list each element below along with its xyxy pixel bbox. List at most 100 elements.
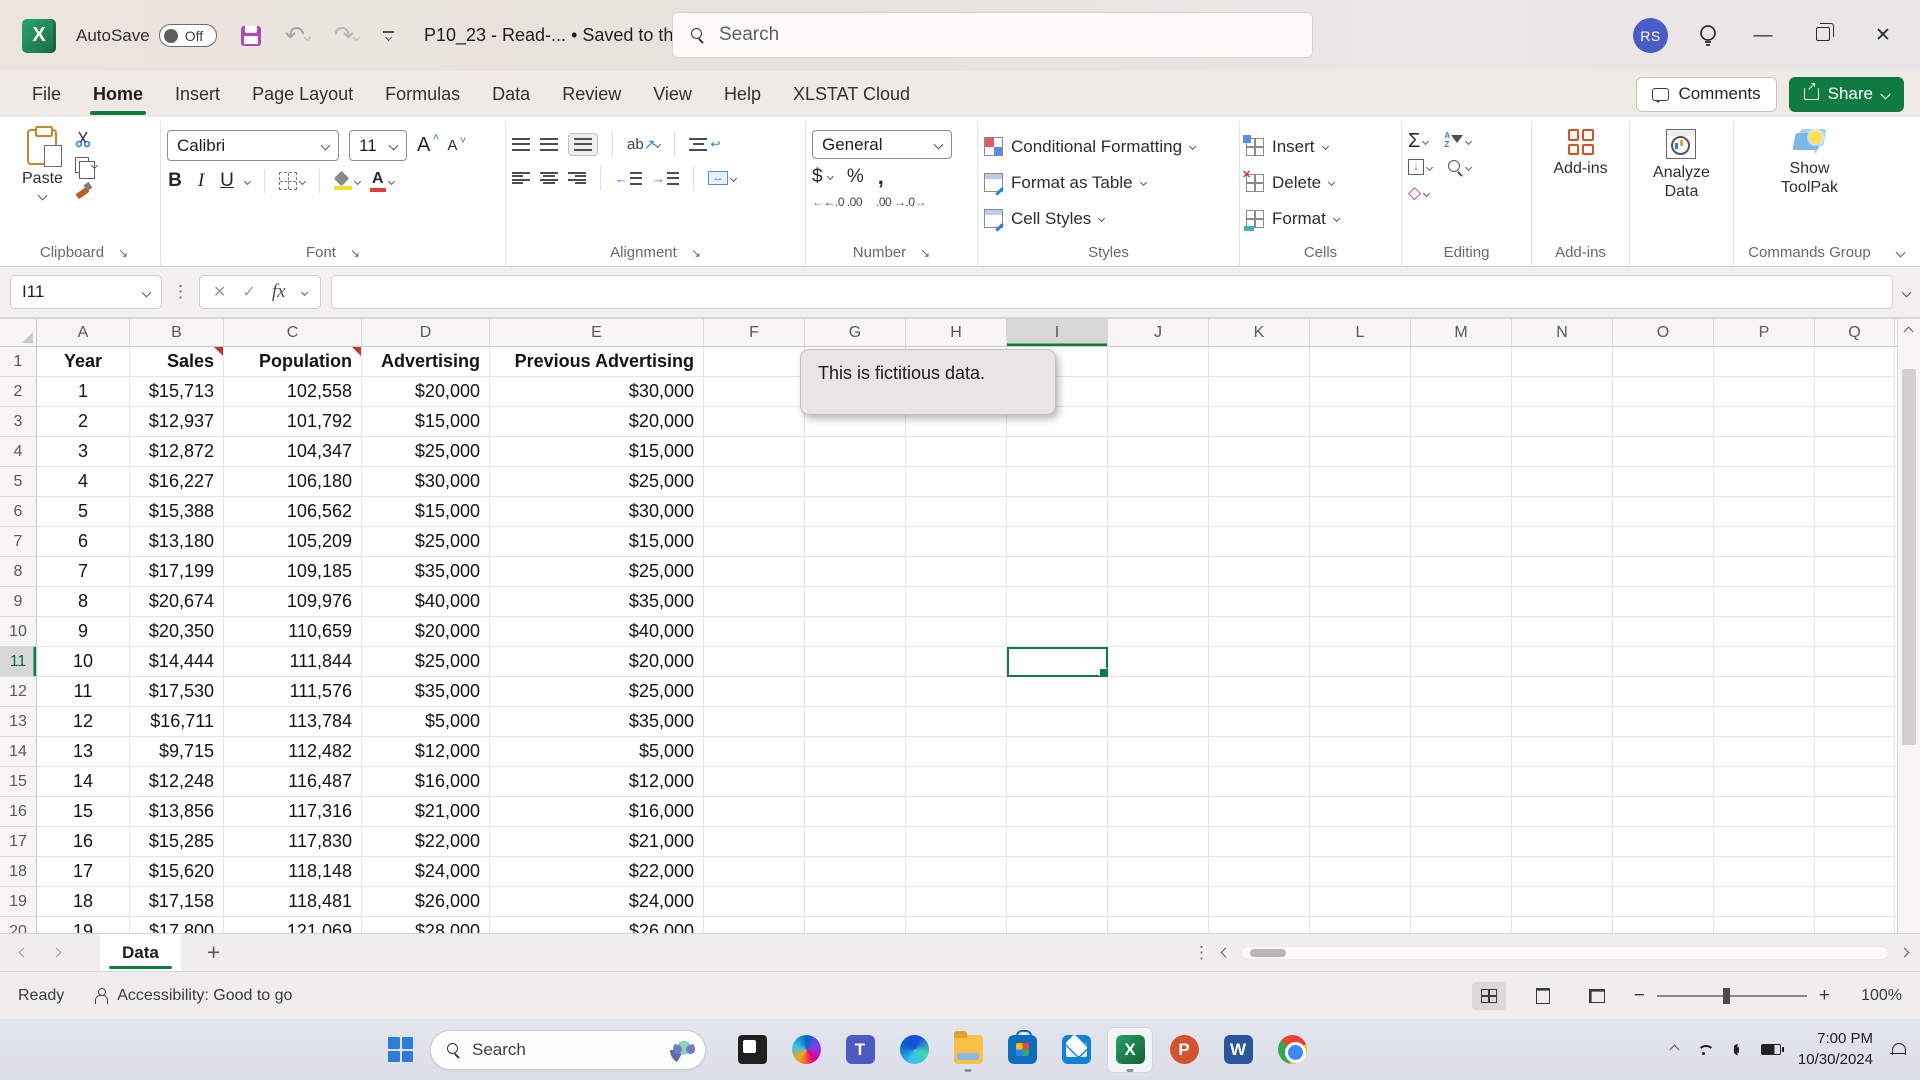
page-layout-view-button[interactable] [1526, 982, 1560, 1010]
cell-J1[interactable] [1108, 347, 1209, 377]
scroll-right-icon[interactable] [1899, 947, 1910, 958]
cell-N15[interactable] [1512, 767, 1613, 797]
clock[interactable]: 7:00 PM 10/30/2024 [1798, 1029, 1873, 1070]
cell-D4[interactable]: $25,000 [362, 437, 490, 467]
cell-E2[interactable]: $30,000 [490, 377, 704, 407]
cell-L8[interactable] [1310, 557, 1411, 587]
cell-N2[interactable] [1512, 377, 1613, 407]
cell-Q12[interactable] [1815, 677, 1895, 707]
cell-K15[interactable] [1209, 767, 1310, 797]
cell-N6[interactable] [1512, 497, 1613, 527]
select-all-corner[interactable] [0, 319, 37, 346]
column-header-M[interactable]: M [1411, 319, 1512, 346]
search-box[interactable]: Search [672, 12, 1313, 58]
accessibility-status[interactable]: Accessibility: Good to go [94, 987, 292, 1005]
sheet-tab-data[interactable]: Data [100, 934, 181, 971]
cell-B6[interactable]: $15,388 [130, 497, 224, 527]
cell-B15[interactable]: $12,248 [130, 767, 224, 797]
cell-Q14[interactable] [1815, 737, 1895, 767]
tab-home[interactable]: Home [77, 75, 159, 115]
cell-B1[interactable]: Sales [130, 347, 224, 377]
cell-J12[interactable] [1108, 677, 1209, 707]
cell-O4[interactable] [1613, 437, 1714, 467]
horizontal-scroll-thumb[interactable] [1250, 948, 1286, 957]
cell-J9[interactable] [1108, 587, 1209, 617]
comma-style-button[interactable]: , [878, 166, 884, 188]
cell-J15[interactable] [1108, 767, 1209, 797]
cell-J13[interactable] [1108, 707, 1209, 737]
taskbar-app-copilot[interactable] [783, 1027, 829, 1073]
cell-M15[interactable] [1411, 767, 1512, 797]
cell-A6[interactable]: 5 [37, 497, 130, 527]
cell-Q6[interactable] [1815, 497, 1895, 527]
increase-decimal-button[interactable]: ←←.0 .00 [812, 195, 863, 209]
wrap-text-button[interactable]: ↩ [689, 137, 720, 151]
column-header-K[interactable]: K [1209, 319, 1310, 346]
cell-C2[interactable]: 102,558 [224, 377, 362, 407]
tab-file[interactable]: File [16, 75, 77, 114]
cell-D16[interactable]: $21,000 [362, 797, 490, 827]
cell-P5[interactable] [1714, 467, 1815, 497]
column-header-L[interactable]: L [1310, 319, 1411, 346]
cell-F11[interactable] [704, 647, 805, 677]
cell-F20[interactable] [704, 917, 805, 933]
cell-H9[interactable] [906, 587, 1007, 617]
cell-K14[interactable] [1209, 737, 1310, 767]
cell-N5[interactable] [1512, 467, 1613, 497]
cell-Q13[interactable] [1815, 707, 1895, 737]
cell-Q11[interactable] [1815, 647, 1895, 677]
autosave-control[interactable]: AutoSave Off [76, 24, 217, 47]
cell-B14[interactable]: $9,715 [130, 737, 224, 767]
excel-app-icon[interactable]: X [22, 18, 56, 53]
cell-N7[interactable] [1512, 527, 1613, 557]
sort-filter-button[interactable]: AZ [1444, 131, 1473, 150]
cell-P17[interactable] [1714, 827, 1815, 857]
cell-D7[interactable]: $25,000 [362, 527, 490, 557]
row-header-4[interactable]: 4 [0, 437, 37, 467]
cell-N9[interactable] [1512, 587, 1613, 617]
cell-B10[interactable]: $20,350 [130, 617, 224, 647]
cell-styles-button[interactable]: Cell Styles [984, 203, 1195, 234]
paste-button[interactable]: Paste [14, 123, 71, 205]
find-select-button[interactable] [1448, 159, 1473, 175]
cell-P12[interactable] [1714, 677, 1815, 707]
cell-L13[interactable] [1310, 707, 1411, 737]
cell-N1[interactable] [1512, 347, 1613, 377]
zoom-slider-thumb[interactable] [1722, 987, 1730, 1004]
cell-Q8[interactable] [1815, 557, 1895, 587]
align-center-button[interactable] [540, 171, 558, 185]
cell-C15[interactable]: 116,487 [224, 767, 362, 797]
cell-L6[interactable] [1310, 497, 1411, 527]
cell-H13[interactable] [906, 707, 1007, 737]
cell-D17[interactable]: $22,000 [362, 827, 490, 857]
cell-C5[interactable]: 106,180 [224, 467, 362, 497]
normal-view-button[interactable] [1471, 981, 1506, 1010]
cell-P18[interactable] [1714, 857, 1815, 887]
cell-F1[interactable] [704, 347, 805, 377]
cell-G4[interactable] [805, 437, 906, 467]
row-header-14[interactable]: 14 [0, 737, 37, 767]
taskbar-app-widgets[interactable] [729, 1027, 775, 1073]
cell-F19[interactable] [704, 887, 805, 917]
cell-F18[interactable] [704, 857, 805, 887]
cell-P6[interactable] [1714, 497, 1815, 527]
cell-E15[interactable]: $12,000 [490, 767, 704, 797]
cell-C6[interactable]: 106,562 [224, 497, 362, 527]
currency-button[interactable]: $ [812, 166, 834, 188]
cell-J6[interactable] [1108, 497, 1209, 527]
cell-F4[interactable] [704, 437, 805, 467]
row-header-20[interactable]: 20 [0, 917, 37, 933]
taskbar-app-edge[interactable] [891, 1027, 937, 1073]
cell-Q19[interactable] [1815, 887, 1895, 917]
cell-N12[interactable] [1512, 677, 1613, 707]
decrease-font-icon[interactable]: A ˅ [447, 135, 466, 154]
cell-G7[interactable] [805, 527, 906, 557]
cell-M20[interactable] [1411, 917, 1512, 933]
cell-I16[interactable] [1007, 797, 1108, 827]
cell-C3[interactable]: 101,792 [224, 407, 362, 437]
taskbar-app-mail[interactable] [1053, 1027, 1099, 1073]
cell-D3[interactable]: $15,000 [362, 407, 490, 437]
cell-O13[interactable] [1613, 707, 1714, 737]
format-painter-button[interactable] [75, 182, 97, 198]
cell-N20[interactable] [1512, 917, 1613, 933]
